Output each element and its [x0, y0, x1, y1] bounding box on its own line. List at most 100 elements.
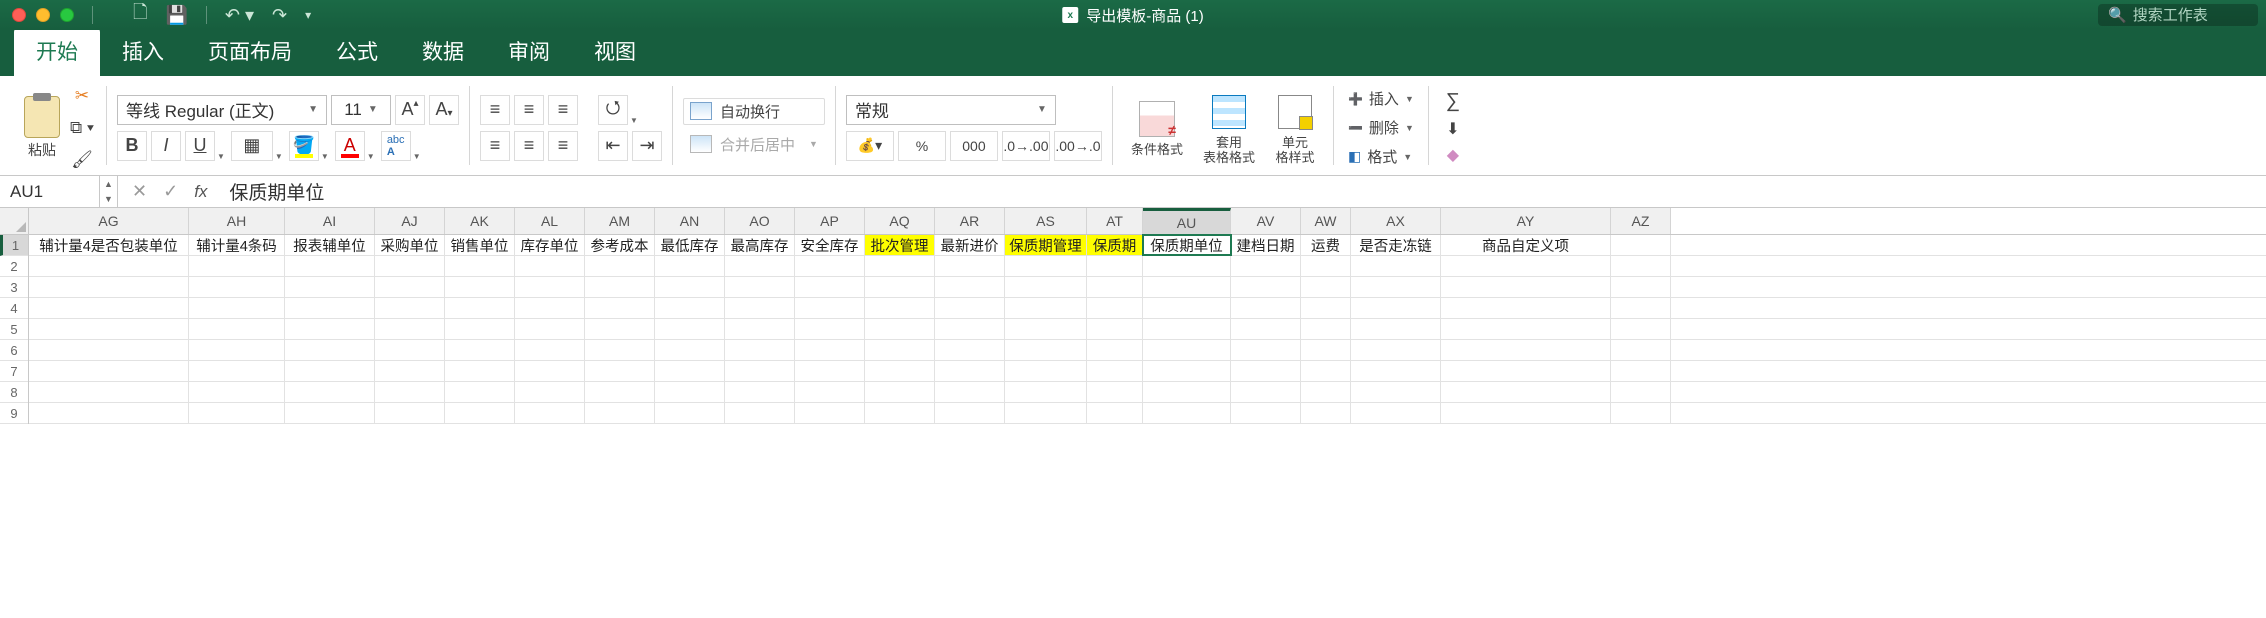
grid-cell[interactable]	[1087, 298, 1143, 318]
grid-cell[interactable]	[1143, 277, 1231, 297]
borders-button[interactable]: ▦	[231, 131, 273, 161]
clear-icon[interactable]: ◆	[1447, 145, 1459, 165]
grid-cell[interactable]	[1351, 256, 1441, 276]
grid-cell[interactable]	[1611, 277, 1671, 297]
decrease-indent-icon[interactable]: ⇤	[598, 131, 628, 161]
grid-cell[interactable]	[1351, 403, 1441, 423]
grid-cell[interactable]	[865, 382, 935, 402]
grid-cell[interactable]	[865, 319, 935, 339]
grid-cell[interactable]	[1441, 361, 1611, 381]
grid-cell[interactable]	[725, 256, 795, 276]
grid-cell[interactable]	[515, 277, 585, 297]
grid-cell[interactable]	[285, 340, 375, 360]
grid-cell[interactable]	[285, 382, 375, 402]
grid-cell[interactable]	[585, 382, 655, 402]
grid-cell[interactable]	[1611, 382, 1671, 402]
grid-cell[interactable]	[865, 277, 935, 297]
formula-input[interactable]	[221, 181, 2266, 203]
grid-cell[interactable]	[375, 340, 445, 360]
column-header[interactable]: AX	[1351, 208, 1441, 234]
grid-cell[interactable]	[445, 361, 515, 381]
format-cells-button[interactable]: 格式▼	[1344, 144, 1418, 169]
grid-cell[interactable]	[1143, 340, 1231, 360]
decrease-font-icon[interactable]: A▾	[429, 95, 459, 125]
align-right-icon[interactable]: ≡	[548, 131, 578, 161]
grid-cell[interactable]	[795, 403, 865, 423]
grid-cell[interactable]: 库存单位	[515, 235, 585, 255]
undo-icon[interactable]: ↶ ▾	[225, 5, 254, 26]
grid-cell[interactable]	[189, 277, 285, 297]
tab-data[interactable]: 数据	[400, 28, 486, 76]
grid-cell[interactable]	[1441, 319, 1611, 339]
grid-cell[interactable]	[1005, 340, 1087, 360]
comma-format-icon[interactable]: 000	[950, 131, 998, 161]
phonetic-button[interactable]: abcA	[381, 131, 411, 161]
grid-cell[interactable]	[585, 319, 655, 339]
grid-cell[interactable]	[935, 361, 1005, 381]
grid-cell[interactable]	[1231, 361, 1301, 381]
grid-cell[interactable]	[795, 256, 865, 276]
grid-cell[interactable]: 安全库存	[795, 235, 865, 255]
grid-cell[interactable]	[1441, 256, 1611, 276]
grid-cell[interactable]	[445, 298, 515, 318]
column-header[interactable]: AR	[935, 208, 1005, 234]
grid-cell[interactable]	[725, 319, 795, 339]
grid-cell[interactable]	[655, 298, 725, 318]
grid-cell[interactable]	[1441, 403, 1611, 423]
grid-cell[interactable]	[1611, 235, 1671, 255]
grid-cell[interactable]	[935, 277, 1005, 297]
grid-cell[interactable]	[865, 298, 935, 318]
grid-cell[interactable]	[725, 340, 795, 360]
grid-cell[interactable]	[1301, 361, 1351, 381]
grid-cell[interactable]	[795, 298, 865, 318]
column-header[interactable]: AM	[585, 208, 655, 234]
grid-cell[interactable]	[1231, 403, 1301, 423]
row-header[interactable]: 1	[0, 235, 28, 256]
grid-cell[interactable]	[1087, 277, 1143, 297]
grid-cell[interactable]	[725, 403, 795, 423]
grid-cell[interactable]	[1143, 256, 1231, 276]
grid-cell[interactable]	[375, 403, 445, 423]
grid-cell[interactable]	[1231, 382, 1301, 402]
grid-cell[interactable]: 最高库存	[725, 235, 795, 255]
grid-cell[interactable]	[189, 361, 285, 381]
percent-format-icon[interactable]: %	[898, 131, 946, 161]
grid-cell[interactable]	[375, 382, 445, 402]
grid-cell[interactable]	[189, 298, 285, 318]
autosave-icon[interactable]: 🗋	[133, 0, 147, 30]
grid-cell[interactable]	[655, 319, 725, 339]
insert-cells-button[interactable]: 插入▼	[1344, 86, 1418, 111]
increase-font-icon[interactable]: A▴	[395, 95, 425, 125]
tab-page-layout[interactable]: 页面布局	[186, 28, 314, 76]
grid-cell[interactable]	[795, 277, 865, 297]
grid-cell[interactable]	[1351, 361, 1441, 381]
grid-cell[interactable]	[935, 403, 1005, 423]
grid-cell[interactable]	[375, 277, 445, 297]
grid-cell[interactable]	[445, 403, 515, 423]
increase-indent-icon[interactable]: ⇥	[632, 131, 662, 161]
fill-color-button[interactable]: 🪣	[289, 131, 319, 161]
increase-decimal-icon[interactable]: .0→.00	[1002, 131, 1050, 161]
grid-cell[interactable]	[29, 403, 189, 423]
italic-button[interactable]: I	[151, 131, 181, 161]
column-header[interactable]: AI	[285, 208, 375, 234]
grid-cell[interactable]	[1611, 298, 1671, 318]
column-header[interactable]: AU	[1143, 208, 1231, 234]
grid-cell[interactable]	[585, 298, 655, 318]
fx-icon[interactable]: fx	[194, 182, 207, 202]
grid-cell[interactable]	[29, 256, 189, 276]
accounting-format-icon[interactable]: 💰▾	[846, 131, 894, 161]
format-as-table-button[interactable]: 套用 表格格式	[1195, 90, 1263, 166]
tab-review[interactable]: 审阅	[486, 28, 572, 76]
align-bottom-icon[interactable]: ≡	[548, 95, 578, 125]
grid-cell[interactable]: 最低库存	[655, 235, 725, 255]
grid-cell[interactable]	[375, 256, 445, 276]
grid-cell[interactable]	[655, 256, 725, 276]
grid-cell[interactable]	[189, 403, 285, 423]
grid-cell[interactable]	[655, 361, 725, 381]
grid-cell[interactable]	[725, 382, 795, 402]
grid-cell[interactable]	[1231, 298, 1301, 318]
grid-cell[interactable]	[585, 361, 655, 381]
grid-cell[interactable]	[1611, 319, 1671, 339]
column-header[interactable]: AS	[1005, 208, 1087, 234]
